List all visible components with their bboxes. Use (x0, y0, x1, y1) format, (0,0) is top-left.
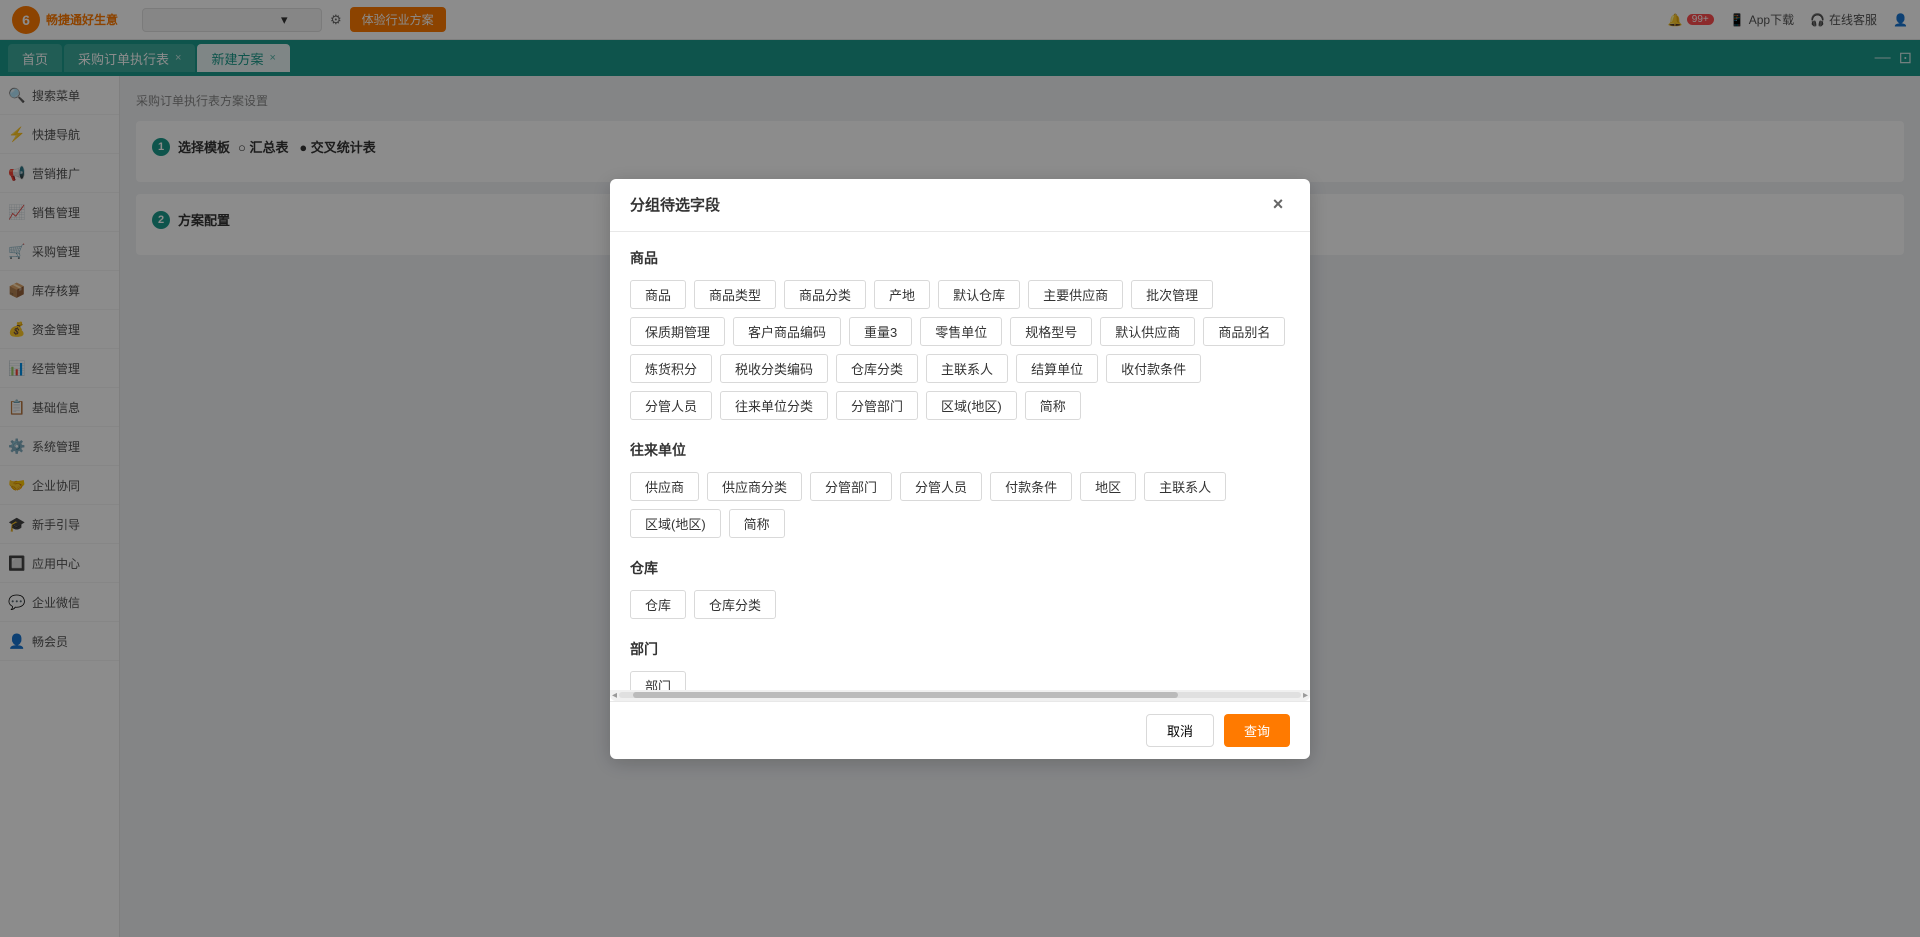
field-付款条件[interactable]: 付款条件 (990, 472, 1072, 501)
field-商品[interactable]: 商品 (630, 280, 686, 309)
field-保质期管理[interactable]: 保质期管理 (630, 317, 725, 346)
field-往来单位分类[interactable]: 往来单位分类 (720, 391, 828, 420)
section-warehouse: 仓库 仓库 仓库分类 (630, 558, 1290, 619)
modal-body: 商品 商品 商品类型 商品分类 产地 默认仓库 主要供应商 批次管理 保质期管理… (610, 232, 1310, 690)
scrollbar-track (619, 692, 1301, 698)
field-主联系人[interactable]: 主联系人 (926, 354, 1008, 383)
modal-title: 分组待选字段 (630, 194, 720, 215)
modal-field-select: 分组待选字段 × 商品 商品 商品类型 商品分类 产地 默认仓库 主要供应商 批… (610, 179, 1310, 759)
field-仓库分类[interactable]: 仓库分类 (836, 354, 918, 383)
field-仓库[interactable]: 仓库 (630, 590, 686, 619)
field-供应商分类[interactable]: 供应商分类 (707, 472, 802, 501)
department-fields: 部门 (630, 671, 1290, 690)
field-简称-product[interactable]: 简称 (1025, 391, 1081, 420)
field-重量3[interactable]: 重量3 (849, 317, 912, 346)
warehouse-fields: 仓库 仓库分类 (630, 590, 1290, 619)
modal-header: 分组待选字段 × (610, 179, 1310, 232)
field-主要供应商[interactable]: 主要供应商 (1028, 280, 1123, 309)
field-分管人员-supplier[interactable]: 分管人员 (900, 472, 982, 501)
section-department-title: 部门 (630, 639, 1290, 659)
field-商品分类[interactable]: 商品分类 (784, 280, 866, 309)
scrollbar-right-arrow[interactable]: ▸ (1301, 690, 1308, 701)
field-分管部门-supplier[interactable]: 分管部门 (810, 472, 892, 501)
field-规格型号[interactable]: 规格型号 (1010, 317, 1092, 346)
modal-overlay: 分组待选字段 × 商品 商品 商品类型 商品分类 产地 默认仓库 主要供应商 批… (0, 0, 1920, 937)
field-简称-supplier[interactable]: 简称 (729, 509, 785, 538)
field-地区[interactable]: 地区 (1080, 472, 1136, 501)
field-商品别名[interactable]: 商品别名 (1203, 317, 1285, 346)
modal-close-button[interactable]: × (1266, 193, 1290, 217)
field-主联系人-supplier[interactable]: 主联系人 (1144, 472, 1226, 501)
section-department: 部门 部门 (630, 639, 1290, 690)
field-税收分类编码[interactable]: 税收分类编码 (720, 354, 828, 383)
field-默认仓库[interactable]: 默认仓库 (938, 280, 1020, 309)
cancel-button[interactable]: 取消 (1146, 714, 1214, 747)
field-商品类型[interactable]: 商品类型 (694, 280, 776, 309)
field-仓库分类-wh[interactable]: 仓库分类 (694, 590, 776, 619)
section-warehouse-title: 仓库 (630, 558, 1290, 578)
field-客户商品编码[interactable]: 客户商品编码 (733, 317, 841, 346)
scrollbar-thumb[interactable] (633, 692, 1179, 698)
field-区域地区-product[interactable]: 区域(地区) (926, 391, 1017, 420)
field-零售单位[interactable]: 零售单位 (920, 317, 1002, 346)
modal-footer: 取消 查询 (610, 701, 1310, 759)
modal-horizontal-scrollbar[interactable]: ◂ ▸ (610, 690, 1310, 701)
field-产地[interactable]: 产地 (874, 280, 930, 309)
confirm-button[interactable]: 查询 (1224, 714, 1290, 747)
supplier-fields: 供应商 供应商分类 分管部门 分管人员 付款条件 地区 主联系人 区域(地区) … (630, 472, 1290, 538)
field-分管人员[interactable]: 分管人员 (630, 391, 712, 420)
field-收付款条件[interactable]: 收付款条件 (1106, 354, 1201, 383)
field-部门[interactable]: 部门 (630, 671, 686, 690)
scrollbar-left-arrow[interactable]: ◂ (612, 690, 619, 701)
section-supplier-title: 往来单位 (630, 440, 1290, 460)
section-product: 商品 商品 商品类型 商品分类 产地 默认仓库 主要供应商 批次管理 保质期管理… (630, 248, 1290, 420)
section-supplier: 往来单位 供应商 供应商分类 分管部门 分管人员 付款条件 地区 主联系人 区域… (630, 440, 1290, 538)
section-product-title: 商品 (630, 248, 1290, 268)
field-区域地区-supplier[interactable]: 区域(地区) (630, 509, 721, 538)
product-fields: 商品 商品类型 商品分类 产地 默认仓库 主要供应商 批次管理 保质期管理 客户… (630, 280, 1290, 420)
field-分管部门[interactable]: 分管部门 (836, 391, 918, 420)
field-批次管理[interactable]: 批次管理 (1131, 280, 1213, 309)
field-供应商[interactable]: 供应商 (630, 472, 699, 501)
field-炼货积分[interactable]: 炼货积分 (630, 354, 712, 383)
field-结算单位[interactable]: 结算单位 (1016, 354, 1098, 383)
field-默认供应商[interactable]: 默认供应商 (1100, 317, 1195, 346)
